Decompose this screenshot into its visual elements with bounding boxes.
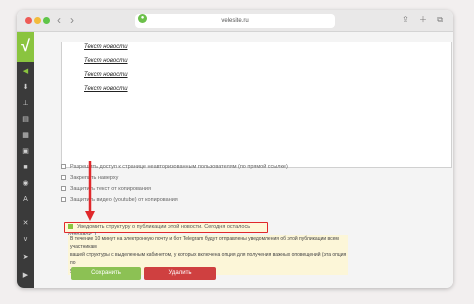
notify-structure-option[interactable]: Уведомить структуру о публикации этой но… [64,222,268,238]
maximize-window-button[interactable] [43,17,50,24]
minimize-window-button[interactable] [34,17,41,24]
option-protect-text[interactable]: Защитить текст от копирования [61,184,151,194]
sitemap-icon[interactable]: ⊥ [17,100,34,108]
logo[interactable]: √ [17,32,34,62]
document-icon[interactable]: ▤ [17,116,34,124]
tools-icon[interactable]: ✕ [17,220,34,228]
option-protect-video[interactable]: Защитить видео (youtube) от копирования [61,195,178,205]
telegram-icon[interactable]: ➤ [17,254,34,262]
layout-icon[interactable]: ▣ [17,148,34,156]
red-arrow-annotation [85,161,95,221]
shield-icon[interactable]: ● [138,14,147,23]
checkbox[interactable] [61,164,66,170]
notify-checkbox[interactable] [68,224,73,230]
chevron-right-icon[interactable]: › [70,13,74,27]
news-text: Текст новости [84,72,128,78]
checkbox[interactable] [61,197,66,203]
chevron-left-icon[interactable]: ‹ [57,13,61,27]
save-button[interactable]: Сохранить [71,267,141,280]
option-label: Разрешить доступ к странице неавторизова… [70,164,288,170]
option-label: Защитить текст от копирования [70,186,151,192]
url-text: velesite.ru [221,18,249,24]
checkbox[interactable] [61,175,66,181]
news-text: Текст новости [84,86,128,92]
close-window-button[interactable] [25,17,32,24]
info-line: В течение 10 минут на электронную почту … [70,236,339,250]
address-bar[interactable]: velesite.ru [135,14,335,28]
vk-icon[interactable]: v [17,236,34,244]
checkbox[interactable] [61,186,66,192]
megaphone-icon[interactable]: ◀ [17,68,34,76]
globe-icon[interactable]: ◉ [17,180,34,188]
youtube-icon[interactable]: ▶ [17,272,34,280]
info-line: вашей структуры с выделенным кабинетом, … [70,252,347,266]
translate-icon[interactable]: A [17,196,34,204]
download-icon[interactable]: ⬇ [17,84,34,92]
browser-toolbar: ‹ › velesite.ru ● ⇪ ＋ ⧉ [17,10,453,32]
delete-button[interactable]: Удалить [144,267,216,280]
browser-window: ‹ › velesite.ru ● ⇪ ＋ ⧉ √ ◀ ⬇ ⊥ ▤ ▦ ▣ ■ … [17,10,453,288]
option-public-access[interactable]: Разрешить доступ к странице неавторизова… [61,162,288,172]
video-icon[interactable]: ■ [17,164,34,172]
news-editor[interactable]: Текст новости Текст новости Текст новост… [61,42,452,168]
main-content: Текст новости Текст новости Текст новост… [34,32,453,288]
news-text: Текст новости [84,58,128,64]
news-text: Текст новости [84,44,128,50]
sidebar: √ ◀ ⬇ ⊥ ▤ ▦ ▣ ■ ◉ A ✕ v ➤ ▶ [17,32,34,288]
calendar-icon[interactable]: ▦ [17,132,34,140]
browser-actions[interactable]: ⇪ ＋ ⧉ [402,14,447,25]
